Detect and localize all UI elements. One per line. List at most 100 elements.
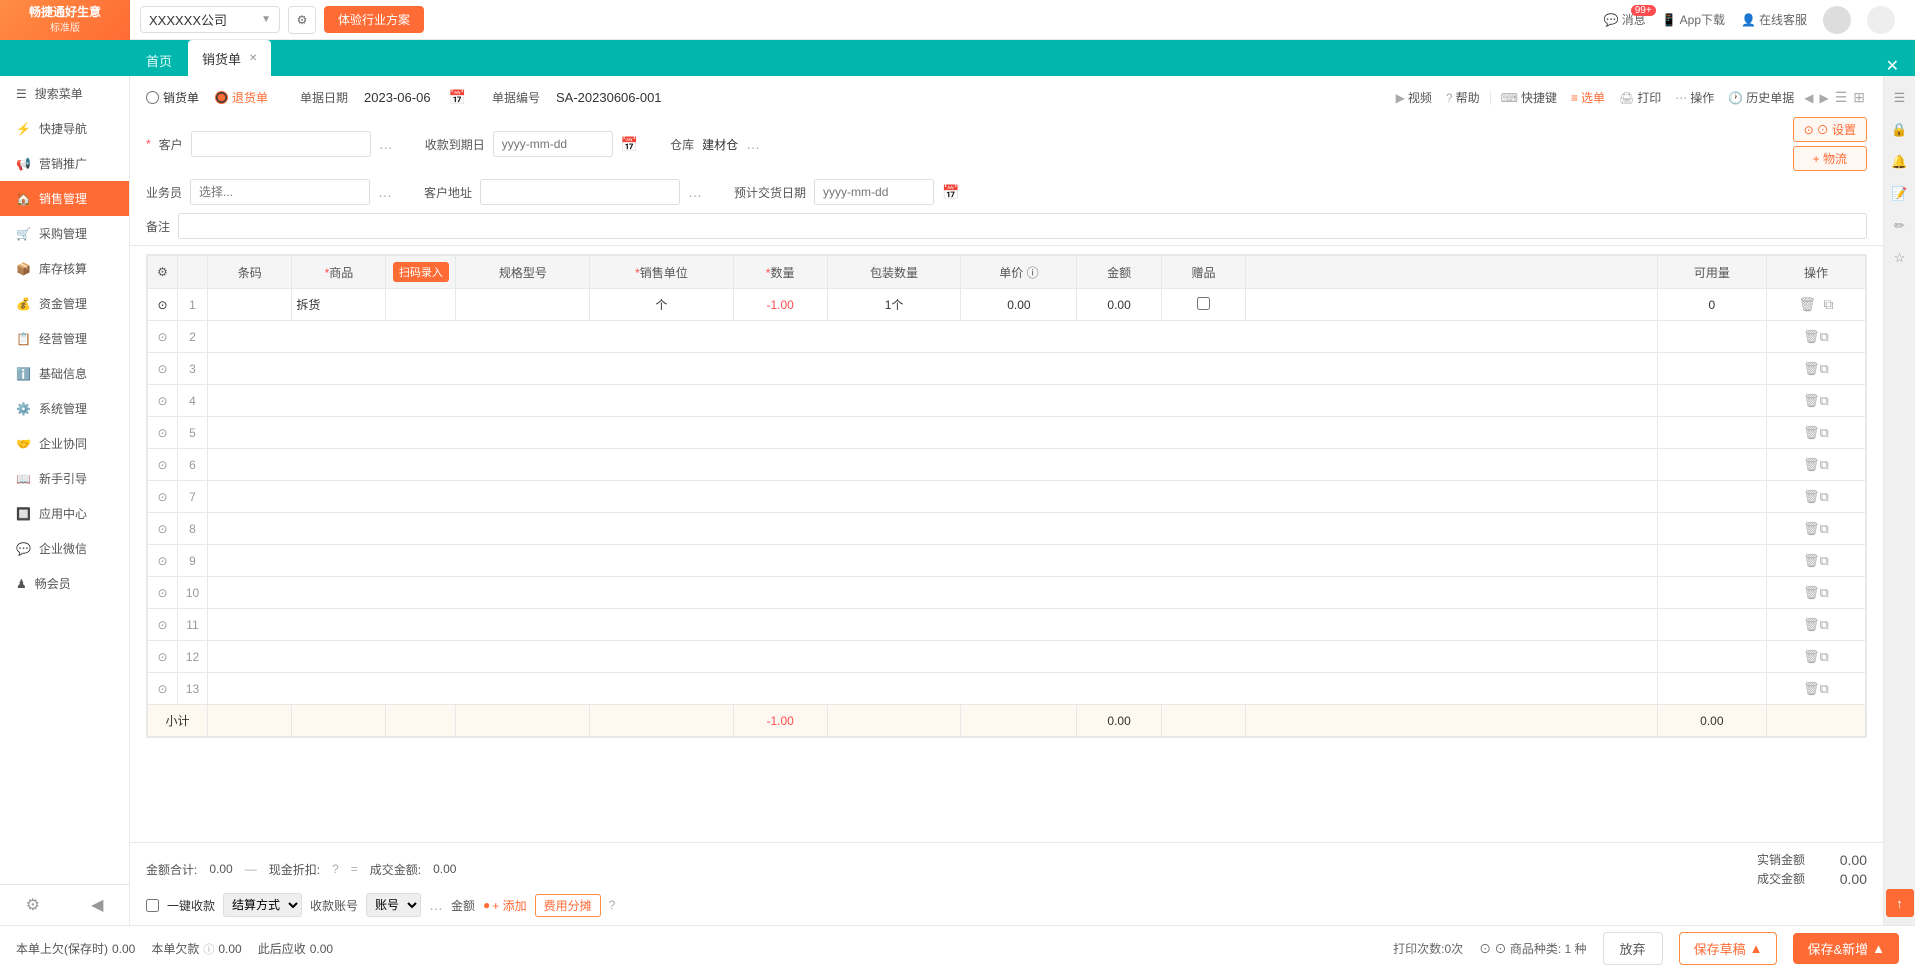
scan-btn[interactable]: 扫码录入 <box>393 262 449 282</box>
video-btn[interactable]: ▶ 视频 <box>1390 86 1438 109</box>
message-btn[interactable]: 💬 消息 99+ <box>1604 11 1646 28</box>
copy-btn[interactable]: ⧉ <box>1820 361 1829 377</box>
debt-help-btn[interactable]: ⓘ <box>203 941 214 957</box>
sidebar-item-wechat[interactable]: 💬 企业微信 <box>0 531 129 566</box>
delete-row-btn[interactable]: 🗑 <box>1796 296 1818 313</box>
history-btn[interactable]: 🕐 历史单据 <box>1722 86 1800 109</box>
save-draft-btn[interactable]: 保存草稿 ▲ <box>1679 932 1778 965</box>
tab-home[interactable]: 首页 <box>130 44 188 76</box>
sidebar-item-search[interactable]: ☰ 搜索菜单 <box>0 76 129 111</box>
del-btn[interactable]: 🗑 <box>1803 489 1820 505</box>
del-btn[interactable]: 🗑 <box>1803 617 1820 633</box>
copy-btn[interactable]: ⧉ <box>1820 617 1829 633</box>
del-btn[interactable]: 🗑 <box>1803 521 1820 537</box>
next-btn[interactable]: ▶ <box>1817 89 1830 107</box>
copy-btn[interactable]: ⧉ <box>1820 393 1829 409</box>
view-list-btn[interactable]: ☰ <box>1833 87 1850 108</box>
discount-help-btn[interactable]: ? <box>332 862 339 876</box>
flow-btn[interactable]: + 物流 <box>1793 146 1867 171</box>
salesperson-dots-btn[interactable]: … <box>378 184 392 200</box>
sidebar-settings-btn[interactable]: ⚙ <box>22 891 44 919</box>
sidebar-item-basic[interactable]: ℹ️ 基础信息 <box>0 356 129 391</box>
shortcut-btn[interactable]: ⌨ 快捷键 <box>1495 86 1563 109</box>
payment-method-select[interactable]: 结算方式 <box>223 893 302 917</box>
sidebar-item-apps[interactable]: 🔲 应用中心 <box>0 496 129 531</box>
copy-btn[interactable]: ⧉ <box>1820 329 1829 345</box>
one-click-payment-checkbox[interactable] <box>146 899 159 912</box>
del-btn[interactable]: 🗑 <box>1803 425 1820 441</box>
del-btn[interactable]: 🗑 <box>1803 393 1820 409</box>
sidebar-item-member[interactable]: ♟ 畅会员 <box>0 566 129 601</box>
tab-close-icon[interactable]: ✕ <box>249 53 257 64</box>
due-date-calendar-btn[interactable]: 📅 <box>621 136 638 153</box>
del-btn[interactable]: 🗑 <box>1803 329 1820 345</box>
remark-input[interactable] <box>178 213 1867 239</box>
rp-icon-orange[interactable]: ↑ <box>1886 889 1914 917</box>
expense-help-btn[interactable]: ? <box>609 898 616 912</box>
radio-sale[interactable]: 销货单 <box>146 89 199 106</box>
sidebar-item-sales[interactable]: 🏠 销售管理 <box>0 181 129 216</box>
account-dots-btn[interactable]: … <box>429 897 443 913</box>
rp-icon-6[interactable]: ☆ <box>1886 244 1914 272</box>
action-btn[interactable]: ⋯ 操作 <box>1669 86 1720 109</box>
company-selector[interactable]: XXXXXX公司 ▼ <box>140 6 280 33</box>
settings-btn[interactable]: ⊙ ⊙ 设置 <box>1793 117 1867 142</box>
copy-btn[interactable]: ⧉ <box>1820 681 1829 697</box>
col-settings[interactable]: ⚙ <box>148 256 178 289</box>
abandon-btn[interactable]: 放弃 <box>1603 932 1663 965</box>
customer-addr-input[interactable] <box>480 179 680 205</box>
help-btn[interactable]: ? 帮助 <box>1440 86 1486 109</box>
del-btn[interactable]: 🗑 <box>1803 649 1820 665</box>
date-picker-btn[interactable]: 📅 <box>447 89 468 106</box>
sidebar-item-marketing[interactable]: 📢 营销推广 <box>0 146 129 181</box>
del-btn[interactable]: 🗑 <box>1803 457 1820 473</box>
sidebar-item-guide[interactable]: 📖 新手引导 <box>0 461 129 496</box>
tab-sales-order[interactable]: 销货单 ✕ <box>188 40 271 76</box>
del-btn[interactable]: 🗑 <box>1803 553 1820 569</box>
expected-date-calendar-btn[interactable]: 📅 <box>942 184 959 201</box>
select-order-btn[interactable]: ≡ 选单 <box>1565 86 1611 109</box>
copy-btn[interactable]: ⧉ <box>1820 553 1829 569</box>
copy-btn[interactable]: ⧉ <box>1820 649 1829 665</box>
del-btn[interactable]: 🗑 <box>1803 585 1820 601</box>
rp-icon-3[interactable]: 🔔 <box>1886 148 1914 176</box>
copy-btn[interactable]: ⧉ <box>1820 457 1829 473</box>
settings-gear-btn[interactable]: ⚙ <box>288 6 316 34</box>
del-btn[interactable]: 🗑 <box>1803 361 1820 377</box>
trial-btn[interactable]: 体验行业方案 <box>324 6 424 33</box>
copy-btn[interactable]: ⧉ <box>1820 489 1829 505</box>
salesperson-input[interactable] <box>190 179 370 205</box>
sidebar-item-system[interactable]: ⚙️ 系统管理 <box>0 391 129 426</box>
copy-btn[interactable]: ⧉ <box>1820 425 1829 441</box>
sidebar-item-inventory[interactable]: 📦 库存核算 <box>0 251 129 286</box>
window-close-btn[interactable]: ✕ <box>1870 56 1915 76</box>
copy-btn[interactable]: ⧉ <box>1820 521 1829 537</box>
sidebar-collapse-btn[interactable]: ◀ <box>87 891 107 919</box>
add-payment-btn[interactable]: ● + 添加 <box>483 897 527 914</box>
expense-split-btn[interactable]: 费用分摊 <box>535 894 601 917</box>
sidebar-item-quick-nav[interactable]: ⚡ 快捷导航 <box>0 111 129 146</box>
rp-icon-2[interactable]: 🔒 <box>1886 116 1914 144</box>
addr-dots-btn[interactable]: … <box>688 184 702 200</box>
account-select[interactable]: 账号 <box>366 893 421 917</box>
customer-dots-btn[interactable]: … <box>379 136 393 152</box>
del-btn[interactable]: 🗑 <box>1803 681 1820 697</box>
col-scan[interactable]: 扫码录入 <box>386 256 456 289</box>
avatar[interactable] <box>1823 6 1851 34</box>
rp-icon-1[interactable]: ☰ <box>1886 84 1914 112</box>
view-grid-btn[interactable]: ⊞ <box>1851 87 1867 108</box>
sidebar-item-finance[interactable]: 💰 资金管理 <box>0 286 129 321</box>
sidebar-item-collab[interactable]: 🤝 企业协同 <box>0 426 129 461</box>
print-btn[interactable]: 🖨 打印 <box>1613 86 1667 109</box>
app-download-btn[interactable]: 📱 App下载 <box>1662 11 1725 28</box>
rp-icon-4[interactable]: 📝 <box>1886 180 1914 208</box>
due-date-input[interactable] <box>493 131 613 157</box>
save-new-btn[interactable]: 保存&新增 ▲ <box>1793 933 1899 964</box>
prev-btn[interactable]: ◀ <box>1802 89 1815 107</box>
rp-icon-5[interactable]: ✏ <box>1886 212 1914 240</box>
customer-input[interactable] <box>191 131 371 157</box>
radio-return[interactable]: 退货单 <box>215 89 268 106</box>
copy-btn[interactable]: ⧉ <box>1820 585 1829 601</box>
expected-date-input[interactable] <box>814 179 934 205</box>
avatar-extra[interactable] <box>1867 6 1895 34</box>
